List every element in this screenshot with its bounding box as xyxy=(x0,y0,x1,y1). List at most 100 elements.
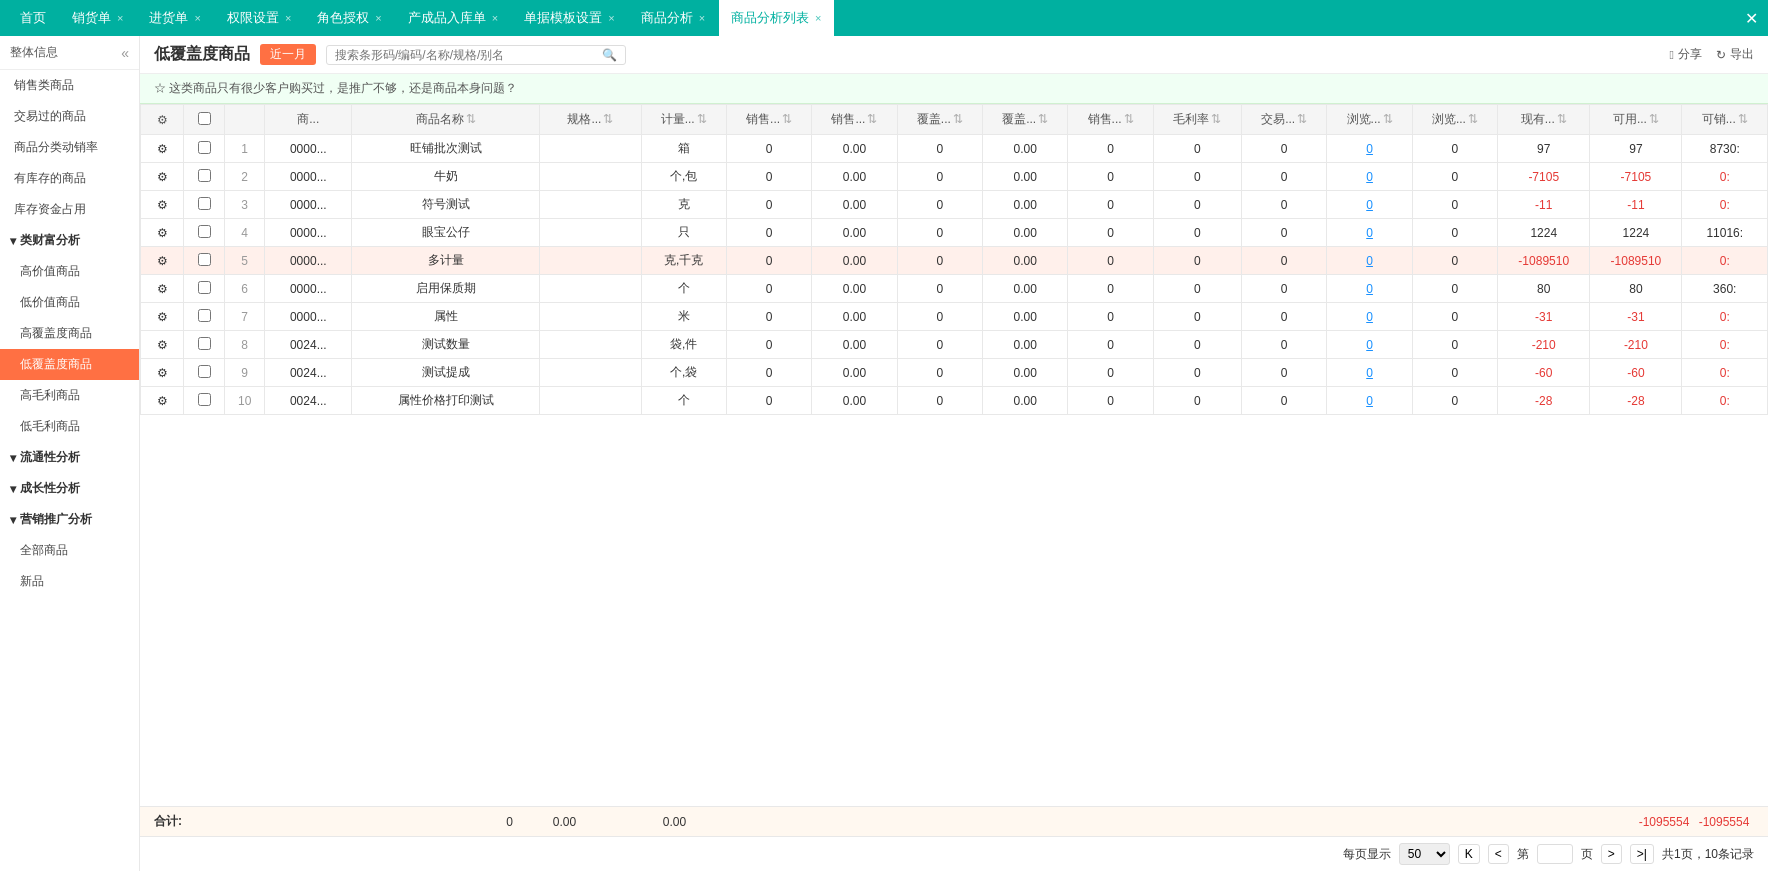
sidebar-sub-全部商品[interactable]: 全部商品 xyxy=(0,535,139,566)
cell-code: 0024... xyxy=(265,359,352,387)
cell-spec xyxy=(540,359,641,387)
nav-item-首页[interactable]: 首页 xyxy=(8,0,58,36)
cell-settings[interactable]: ⚙ xyxy=(141,303,184,331)
cell-settings[interactable]: ⚙ xyxy=(141,331,184,359)
nav-item-销货单[interactable]: 销货单× xyxy=(60,0,135,36)
cell-coverage2: 0.00 xyxy=(983,387,1068,415)
export-button[interactable]: ↻ 导出 xyxy=(1716,46,1754,63)
cell-settings[interactable]: ⚙ xyxy=(141,247,184,275)
content-area: 低覆盖度商品 近一月 🔍  分享 ↻ 导出 ☆ 这类商品只有很少客户购买过，是… xyxy=(140,36,1768,871)
select-all-checkbox[interactable] xyxy=(198,112,211,125)
nav-item-产成品入库单[interactable]: 产成品入库单× xyxy=(396,0,510,36)
nav-close-单据模板设置[interactable]: × xyxy=(608,12,614,24)
col-header-unit[interactable]: 计量...⇅ xyxy=(641,105,726,135)
cell-code: 0000... xyxy=(265,219,352,247)
per-page-select[interactable]: 50 100 200 xyxy=(1399,843,1450,865)
col-header-code[interactable]: 商... xyxy=(265,105,352,135)
sidebar-section-成长性分析[interactable]: ▾成长性分析 xyxy=(0,473,139,504)
page-input[interactable]: 1 xyxy=(1537,844,1573,864)
cell-checkbox[interactable] xyxy=(184,275,225,303)
sidebar-sub-低覆盖度商品[interactable]: 低覆盖度商品 xyxy=(0,349,139,380)
sidebar-sub-低毛利商品[interactable]: 低毛利商品 xyxy=(0,411,139,442)
cell-settings[interactable]: ⚙ xyxy=(141,163,184,191)
cell-num: 10 xyxy=(224,387,265,415)
nav-close-商品分析[interactable]: × xyxy=(699,12,705,24)
col-header-sales_count[interactable]: 销售...⇅ xyxy=(726,105,811,135)
sidebar-item-有库存的商品[interactable]: 有库存的商品 xyxy=(0,163,139,194)
cell-coverage1: 0 xyxy=(897,387,982,415)
cell-coverage1: 0 xyxy=(897,331,982,359)
sidebar-item-库存资金占用[interactable]: 库存资金占用 xyxy=(0,194,139,225)
nav-item-单据模板设置[interactable]: 单据模板设置× xyxy=(512,0,626,36)
col-header-coverage1[interactable]: 覆盖...⇅ xyxy=(897,105,982,135)
cell-checkbox[interactable] xyxy=(184,247,225,275)
cell-checkbox[interactable] xyxy=(184,135,225,163)
col-header-browse2[interactable]: 浏览...⇅ xyxy=(1412,105,1497,135)
search-icon[interactable]: 🔍 xyxy=(602,48,617,62)
col-header-spec[interactable]: 规格...⇅ xyxy=(540,105,641,135)
col-header-sellable[interactable]: 可销...⇅ xyxy=(1682,105,1768,135)
settings-icon[interactable]: ⚙ xyxy=(157,113,168,127)
cell-checkbox[interactable] xyxy=(184,303,225,331)
col-header-available[interactable]: 可用...⇅ xyxy=(1590,105,1682,135)
col-header-sales_x[interactable]: 销售...⇅ xyxy=(1068,105,1153,135)
cell-settings[interactable]: ⚙ xyxy=(141,135,184,163)
nav-item-进货单[interactable]: 进货单× xyxy=(137,0,212,36)
cell-checkbox[interactable] xyxy=(184,163,225,191)
cell-settings[interactable]: ⚙ xyxy=(141,359,184,387)
sidebar-sub-高覆盖度商品[interactable]: 高覆盖度商品 xyxy=(0,318,139,349)
nav-item-角色授权[interactable]: 角色授权× xyxy=(305,0,393,36)
nav-item-商品分析列表[interactable]: 商品分析列表× xyxy=(719,0,833,36)
cell-checkbox[interactable] xyxy=(184,387,225,415)
col-header-browse1[interactable]: 浏览...⇅ xyxy=(1327,105,1412,135)
sidebar-collapse-btn[interactable]: « xyxy=(121,45,129,61)
cell-coverage1: 0 xyxy=(897,359,982,387)
cell-checkbox[interactable] xyxy=(184,219,225,247)
cell-checkbox[interactable] xyxy=(184,359,225,387)
nav-close-产成品入库单[interactable]: × xyxy=(492,12,498,24)
search-input[interactable] xyxy=(335,48,598,62)
col-header-gross_margin[interactable]: 毛利率⇅ xyxy=(1153,105,1241,135)
col-header-coverage2[interactable]: 覆盖...⇅ xyxy=(983,105,1068,135)
nav-close-销货单[interactable]: × xyxy=(117,12,123,24)
nav-close-权限设置[interactable]: × xyxy=(285,12,291,24)
nav-close-商品分析列表[interactable]: × xyxy=(815,12,821,24)
sidebar-item-商品分类动销率[interactable]: 商品分类动销率 xyxy=(0,132,139,163)
sidebar-item-销售类商品[interactable]: 销售类商品 xyxy=(0,70,139,101)
sidebar-sub-高毛利商品[interactable]: 高毛利商品 xyxy=(0,380,139,411)
next-page-btn[interactable]: > xyxy=(1601,844,1622,864)
sidebar-section-营销推广分析[interactable]: ▾营销推广分析 xyxy=(0,504,139,535)
cell-checkbox[interactable] xyxy=(184,191,225,219)
col-header-transaction[interactable]: 交易...⇅ xyxy=(1242,105,1327,135)
close-all-tabs[interactable]: ✕ xyxy=(1745,9,1758,28)
sidebar-item-交易过的商品[interactable]: 交易过的商品 xyxy=(0,101,139,132)
cell-settings[interactable]: ⚙ xyxy=(141,191,184,219)
col-header-name[interactable]: 商品名称⇅ xyxy=(352,105,540,135)
col-header-checkbox[interactable] xyxy=(184,105,225,135)
nav-close-角色授权[interactable]: × xyxy=(375,12,381,24)
sidebar-section-类财富分析[interactable]: ▾类财富分析 xyxy=(0,225,139,256)
cell-checkbox[interactable] xyxy=(184,331,225,359)
cell-spec xyxy=(540,331,641,359)
sidebar-sub-高价值商品[interactable]: 高价值商品 xyxy=(0,256,139,287)
nav-item-权限设置[interactable]: 权限设置× xyxy=(215,0,303,36)
nav-item-商品分析[interactable]: 商品分析× xyxy=(629,0,717,36)
first-page-btn[interactable]: K xyxy=(1458,844,1480,864)
col-header-settings[interactable]: ⚙ xyxy=(141,105,184,135)
sidebar-section-流通性分析[interactable]: ▾流通性分析 xyxy=(0,442,139,473)
cell-settings[interactable]: ⚙ xyxy=(141,219,184,247)
last-page-btn[interactable]: >| xyxy=(1630,844,1654,864)
col-header-sales_amount[interactable]: 销售...⇅ xyxy=(812,105,897,135)
cell-settings[interactable]: ⚙ xyxy=(141,387,184,415)
sidebar-sub-低价值商品[interactable]: 低价值商品 xyxy=(0,287,139,318)
share-button[interactable]:  分享 xyxy=(1670,46,1702,63)
col-header-num[interactable] xyxy=(224,105,265,135)
col-header-current[interactable]: 现有...⇅ xyxy=(1498,105,1590,135)
sidebar-sub-新品[interactable]: 新品 xyxy=(0,566,139,597)
filter-button[interactable]: 近一月 xyxy=(260,44,316,65)
cell-unit: 克,千克 xyxy=(641,247,726,275)
prev-page-btn[interactable]: < xyxy=(1488,844,1509,864)
nav-close-进货单[interactable]: × xyxy=(194,12,200,24)
cell-browse2: 0 xyxy=(1412,191,1497,219)
cell-settings[interactable]: ⚙ xyxy=(141,275,184,303)
